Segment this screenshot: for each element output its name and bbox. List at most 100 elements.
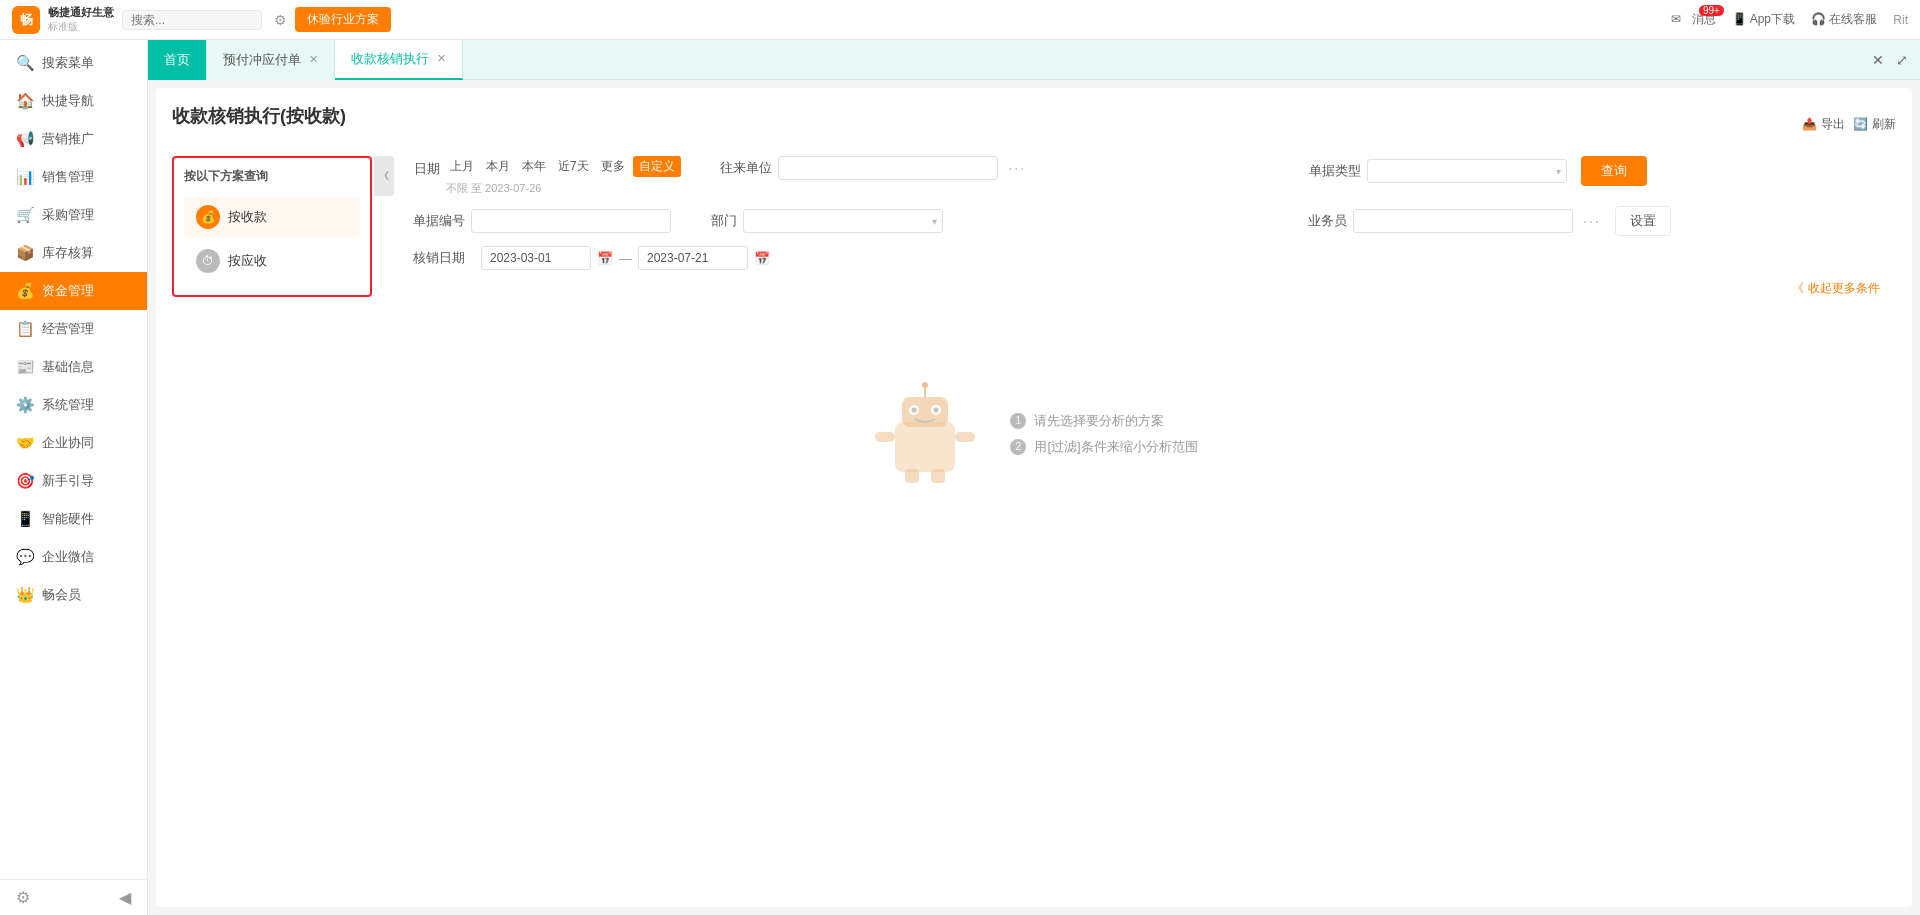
tab-receipt-label: 收款核销执行	[351, 50, 429, 68]
svg-rect-11	[931, 469, 945, 483]
dept-select-wrap: ▾	[743, 209, 943, 233]
export-button[interactable]: 📤 导出	[1802, 116, 1845, 133]
page-header: 收款核销执行(按收款) 📤 导出 🔄 刷新	[172, 104, 1896, 144]
writeoff-date-start[interactable]	[481, 246, 591, 270]
date-btn-this-month[interactable]: 本月	[482, 156, 514, 177]
gear-icon[interactable]: ⚙	[274, 12, 287, 28]
date-btn-last-month[interactable]: 上月	[446, 156, 478, 177]
sidebar-item-inventory[interactable]: 📦 库存核算	[0, 234, 147, 272]
collapse-sidebar-icon[interactable]: ◀	[119, 888, 131, 907]
collapse-icon: 《	[1792, 280, 1804, 297]
counterparty-dots[interactable]: ···	[1008, 158, 1026, 179]
sidebar-item-enterprise[interactable]: 🤝 企业协同	[0, 424, 147, 462]
sidebar-item-sales[interactable]: 📊 销售管理	[0, 158, 147, 196]
sidebar-item-purchase[interactable]: 🛒 采购管理	[0, 196, 147, 234]
doc-no-input[interactable]	[471, 209, 671, 233]
app-download-link[interactable]: 📱 App下载	[1732, 11, 1795, 28]
date-btn-7days[interactable]: 近7天	[554, 156, 593, 177]
date-btn-more[interactable]: 更多	[597, 156, 629, 177]
tip-text-1: 请先选择要分析的方案	[1034, 412, 1164, 430]
tab-expand-icon[interactable]: ⤢	[1892, 48, 1912, 72]
date-btn-custom[interactable]: 自定义	[633, 156, 681, 177]
counterparty-input[interactable]	[778, 156, 998, 180]
sidebar-label-search: 搜索菜单	[42, 54, 94, 72]
sidebar-item-hardware[interactable]: 📱 智能硬件	[0, 500, 147, 538]
salesman-label: 业务员	[1302, 212, 1347, 230]
tab-prepay[interactable]: 预付冲应付单 ✕	[207, 40, 335, 80]
sidebar-label-enterprise: 企业协同	[42, 434, 94, 452]
search-icon: 🔍	[16, 54, 34, 72]
industry-button[interactable]: 休验行业方案	[295, 7, 391, 32]
sidebar-label-marketing: 营销推广	[42, 130, 94, 148]
sidebar-label-finance: 资金管理	[42, 282, 94, 300]
dept-select[interactable]	[743, 209, 943, 233]
sidebar-item-wechat[interactable]: 💬 企业微信	[0, 538, 147, 576]
filter-option-by-receipt[interactable]: 💰 按收款	[184, 197, 360, 237]
settings-bottom-icon[interactable]: ⚙	[16, 888, 30, 907]
settings-button[interactable]: 设置	[1615, 206, 1671, 236]
tab-receipt[interactable]: 收款核销执行 ✕	[335, 40, 463, 80]
calendar-start-icon[interactable]: 📅	[597, 251, 613, 266]
message-badge: 99+	[1699, 5, 1724, 16]
guide-icon: 🎯	[16, 472, 34, 490]
sidebar-item-guide[interactable]: 🎯 新手引导	[0, 462, 147, 500]
counterparty-label: 往来单位	[717, 159, 772, 177]
sidebar-label-wechat: 企业微信	[42, 548, 94, 566]
filter-row-1: 日期 上月 本月 本年 近7天 更多 自定义 不限 至	[410, 156, 1880, 196]
sidebar-label-member: 畅会员	[42, 586, 81, 604]
writeoff-date-end[interactable]	[638, 246, 748, 270]
sidebar-item-operation[interactable]: 📋 经营管理	[0, 310, 147, 348]
doc-type-select[interactable]	[1367, 159, 1567, 183]
query-button[interactable]: 查询	[1581, 156, 1647, 186]
empty-state: 1 请先选择要分析的方案 2 用[过滤]条件来缩小分析范围	[172, 297, 1896, 570]
receipt-option-icon: 💰	[196, 205, 220, 229]
online-service-link[interactable]: 🎧 在线客服	[1811, 11, 1877, 28]
sidebar-bottom: ⚙ ◀	[0, 879, 147, 915]
search-input[interactable]	[122, 10, 262, 30]
sidebar-label-operation: 经营管理	[42, 320, 94, 338]
collapse-conditions-btn[interactable]: 《 收起更多条件	[1792, 280, 1880, 297]
message-icon: ✉	[1671, 12, 1681, 26]
member-icon: 👑	[16, 586, 34, 604]
tab-home[interactable]: 首页	[148, 40, 207, 80]
top-bar-left: 畅 畅捷通好生意 标准版 ⚙ 休验行业方案	[12, 5, 391, 34]
refresh-button[interactable]: 🔄 刷新	[1853, 116, 1896, 133]
refresh-icon: 🔄	[1853, 117, 1868, 131]
svg-point-7	[922, 382, 928, 388]
export-icon: 📤	[1802, 117, 1817, 131]
sidebar-item-system[interactable]: ⚙️ 系统管理	[0, 386, 147, 424]
sidebar-item-marketing[interactable]: 📢 营销推广	[0, 120, 147, 158]
filter-container: 按以下方案查询 💰 按收款 ⏱ 按应收 《	[172, 156, 1896, 297]
sidebar-label-purchase: 采购管理	[42, 206, 94, 224]
receivable-option-label: 按应收	[228, 252, 267, 270]
page-title: 收款核销执行(按收款)	[172, 104, 346, 128]
salesman-dots[interactable]: ···	[1583, 211, 1601, 232]
sidebar-item-basic[interactable]: 📰 基础信息	[0, 348, 147, 386]
svg-rect-8	[875, 432, 895, 442]
tab-receipt-close[interactable]: ✕	[437, 52, 446, 65]
salesman-input[interactable]	[1353, 209, 1573, 233]
sidebar-label-sales: 销售管理	[42, 168, 94, 186]
date-btn-this-year[interactable]: 本年	[518, 156, 550, 177]
svg-rect-10	[905, 469, 919, 483]
sidebar-menu: 🔍 搜索菜单 🏠 快捷导航 📢 营销推广 📊 销售管理 🛒 采购管理 📦	[0, 40, 147, 879]
operation-icon: 📋	[16, 320, 34, 338]
app-icon: 📱	[1732, 12, 1747, 26]
filter-option-by-receivable[interactable]: ⏱ 按应收	[184, 241, 360, 281]
tab-close-all-icon[interactable]: ✕	[1868, 48, 1888, 72]
sidebar-item-member[interactable]: 👑 畅会员	[0, 576, 147, 614]
tab-prepay-label: 预付冲应付单	[223, 51, 301, 69]
tab-prepay-close[interactable]: ✕	[309, 53, 318, 66]
doc-type-select-wrap: ▾	[1367, 159, 1567, 183]
sidebar-label-guide: 新手引导	[42, 472, 94, 490]
message-icon-wrap[interactable]: ✉ 99+ 消息	[1671, 11, 1716, 28]
tip-text-2: 用[过滤]条件来缩小分析范围	[1034, 438, 1197, 456]
headset-icon: 🎧	[1811, 12, 1826, 26]
sidebar: 🔍 搜索菜单 🏠 快捷导航 📢 营销推广 📊 销售管理 🛒 采购管理 📦	[0, 40, 148, 915]
sidebar-item-finance[interactable]: 💰 资金管理	[0, 272, 147, 310]
sidebar-item-shortcut[interactable]: 🏠 快捷导航	[0, 82, 147, 120]
sidebar-item-search[interactable]: 🔍 搜索菜单	[0, 44, 147, 82]
filter-collapse-btn[interactable]: 《	[374, 156, 394, 196]
top-bar-right: ✉ 99+ 消息 📱 App下载 🎧 在线客服 Rit	[1671, 11, 1908, 28]
calendar-end-icon[interactable]: 📅	[754, 251, 770, 266]
